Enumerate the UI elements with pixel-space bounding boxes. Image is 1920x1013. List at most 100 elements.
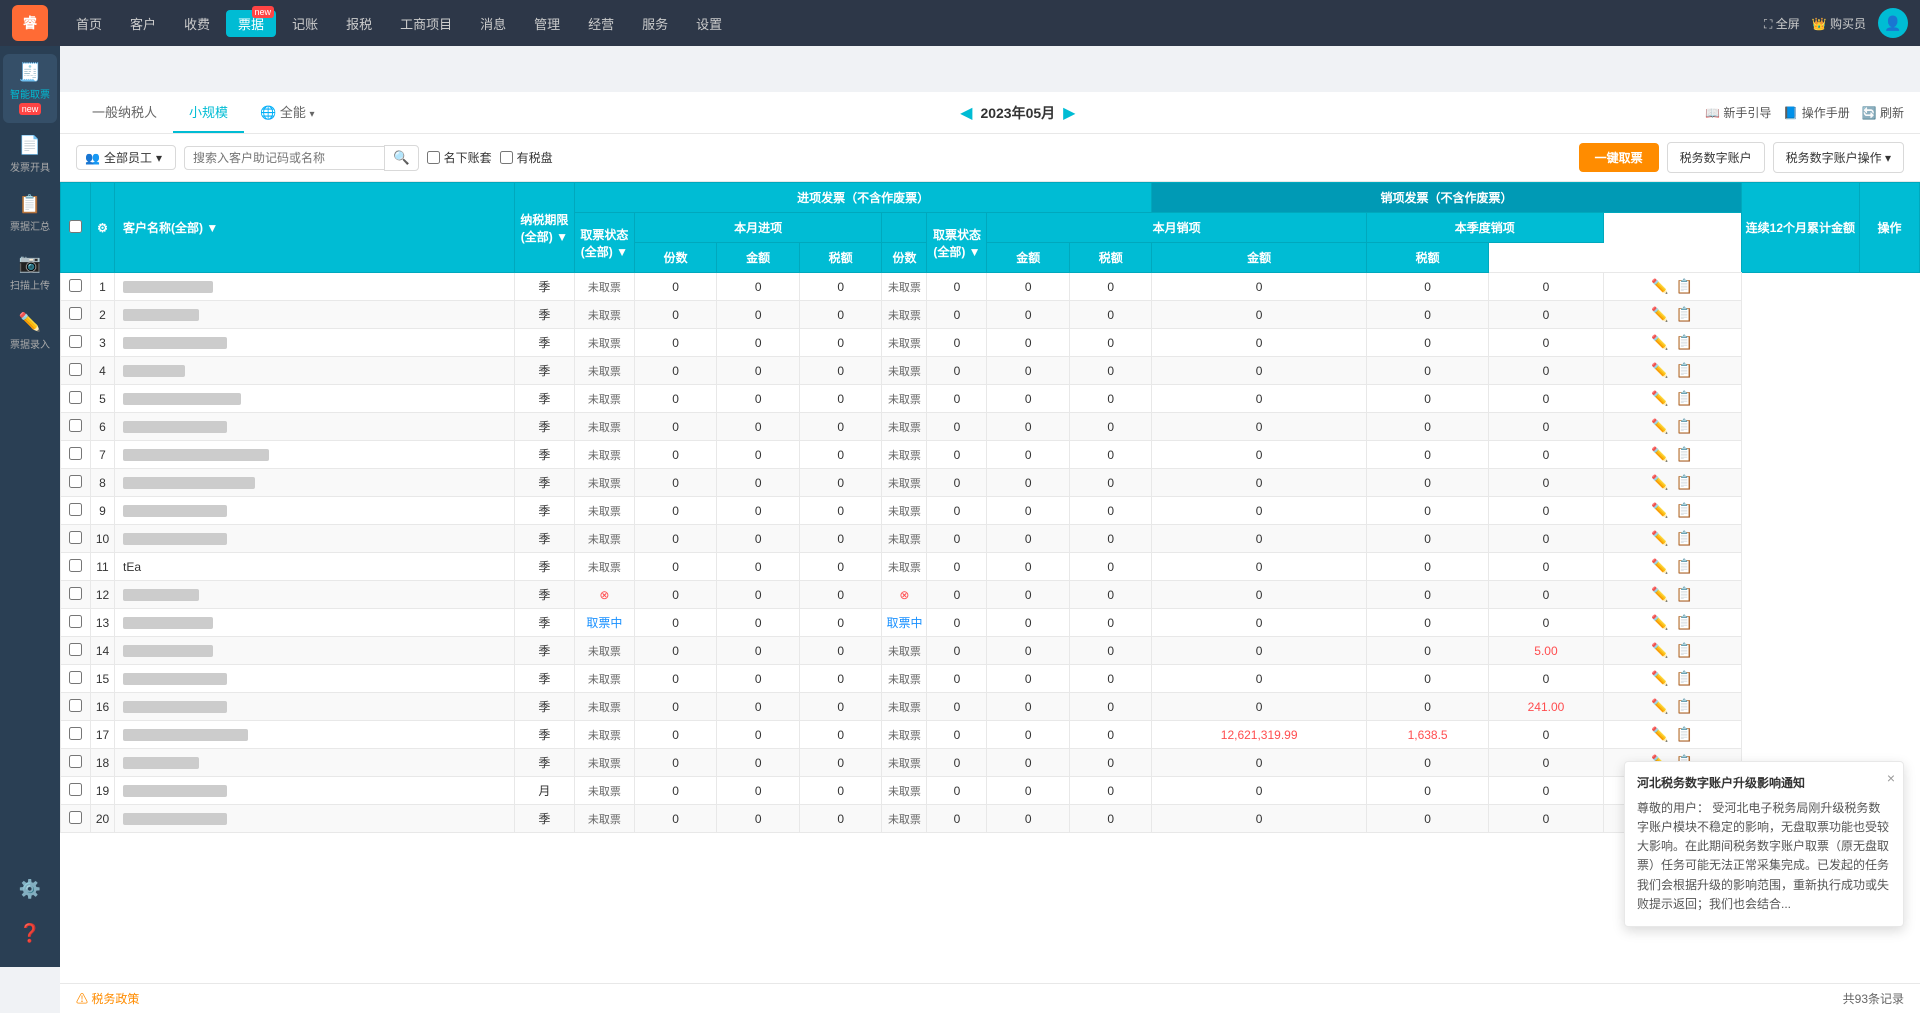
copy-btn[interactable]: 📋 <box>1676 698 1693 715</box>
nav-client[interactable]: 客户 <box>118 10 168 37</box>
row-checkbox[interactable] <box>69 335 82 348</box>
refresh-link[interactable]: 🔄 刷新 <box>1862 104 1904 121</box>
nav-operation[interactable]: 经营 <box>576 10 626 37</box>
next-month-btn[interactable]: ▶ <box>1063 103 1075 123</box>
new-guide-link[interactable]: 📖 新手引导 <box>1705 104 1771 121</box>
row-checkbox[interactable] <box>69 811 82 824</box>
edit-btn[interactable]: ✏️ <box>1651 446 1668 463</box>
copy-btn[interactable]: 📋 <box>1676 474 1693 491</box>
edit-btn[interactable]: ✏️ <box>1651 418 1668 435</box>
row-checkbox[interactable] <box>69 419 82 432</box>
row-checkbox[interactable] <box>69 643 82 656</box>
nav-message[interactable]: 消息 <box>468 10 518 37</box>
sidebar-item-scan[interactable]: 📷 扫描上传 <box>3 245 57 300</box>
row-checkbox[interactable] <box>69 755 82 768</box>
copy-btn[interactable]: 📋 <box>1676 726 1693 743</box>
sidebar-item-settings[interactable]: ⚙️ <box>3 871 57 911</box>
sidebar-item-entry[interactable]: ✏️ 票据录入 <box>3 304 57 359</box>
nav-tax[interactable]: 报税 <box>334 10 384 37</box>
tax-policy-link[interactable]: ⚠ 税务政策 <box>76 990 139 1007</box>
search-input[interactable] <box>184 146 384 170</box>
row-checkbox[interactable] <box>69 699 82 712</box>
sub-account-checkbox-label[interactable]: 名下账套 <box>427 149 492 166</box>
edit-btn[interactable]: ✏️ <box>1651 474 1668 491</box>
row-checkbox[interactable] <box>69 279 82 292</box>
search-button[interactable]: 🔍 <box>384 145 419 171</box>
edit-btn[interactable]: ✏️ <box>1651 670 1668 687</box>
row-checkbox[interactable] <box>69 475 82 488</box>
tab-all-capable[interactable]: 🌐 全能 ▾ <box>244 92 330 133</box>
nav-home[interactable]: 首页 <box>64 10 114 37</box>
tax-digital-account-op-btn[interactable]: 税务数字账户操作 ▾ <box>1773 142 1904 173</box>
manual-link[interactable]: 📘 操作手册 <box>1783 104 1849 121</box>
copy-btn[interactable]: 📋 <box>1676 278 1693 295</box>
copy-btn[interactable]: 📋 <box>1676 670 1693 687</box>
nav-billing[interactable]: 收费 <box>172 10 222 37</box>
copy-btn[interactable]: 📋 <box>1676 586 1693 603</box>
copy-btn[interactable]: 📋 <box>1676 334 1693 351</box>
tab-small-scale[interactable]: 小规模 <box>173 92 244 133</box>
th-tax-period[interactable]: 纳税期限(全部) ▼ <box>514 183 574 273</box>
edit-btn[interactable]: ✏️ <box>1651 530 1668 547</box>
user-avatar[interactable]: 👤 <box>1878 8 1908 38</box>
sidebar-item-smart-ticket[interactable]: 🧾 智能取票 new <box>3 54 57 123</box>
prev-month-btn[interactable]: ◀ <box>960 103 972 123</box>
sidebar-item-summary[interactable]: 📋 票据汇总 <box>3 186 57 241</box>
row-checkbox[interactable] <box>69 727 82 740</box>
row-checkbox[interactable] <box>69 363 82 376</box>
row-checkbox[interactable] <box>69 391 82 404</box>
has-tax-checkbox[interactable] <box>500 151 513 164</box>
nav-accounting[interactable]: 记账 <box>280 10 330 37</box>
edit-btn[interactable]: ✏️ <box>1651 278 1668 295</box>
row-checkbox[interactable] <box>69 587 82 600</box>
employee-filter[interactable]: 👥 全部员工 ▾ <box>76 145 176 170</box>
copy-btn[interactable]: 📋 <box>1676 614 1693 631</box>
row-checkbox[interactable] <box>69 447 82 460</box>
copy-btn[interactable]: 📋 <box>1676 502 1693 519</box>
copy-btn[interactable]: 📋 <box>1676 530 1693 547</box>
copy-btn[interactable]: 📋 <box>1676 306 1693 323</box>
nav-manage[interactable]: 管理 <box>522 10 572 37</box>
edit-btn[interactable]: ✏️ <box>1651 726 1668 743</box>
tax-digital-account-btn[interactable]: 税务数字账户 <box>1667 142 1765 173</box>
nav-settings[interactable]: 设置 <box>684 10 734 37</box>
copy-btn[interactable]: 📋 <box>1676 390 1693 407</box>
edit-btn[interactable]: ✏️ <box>1651 390 1668 407</box>
edit-btn[interactable]: ✏️ <box>1651 502 1668 519</box>
copy-btn[interactable]: 📋 <box>1676 446 1693 463</box>
edit-btn[interactable]: ✏️ <box>1651 698 1668 715</box>
edit-btn[interactable]: ✏️ <box>1651 614 1668 631</box>
edit-btn[interactable]: ✏️ <box>1651 586 1668 603</box>
row-checkbox[interactable] <box>69 783 82 796</box>
notification-close-btn[interactable]: × <box>1887 770 1895 786</box>
edit-btn[interactable]: ✏️ <box>1651 306 1668 323</box>
copy-btn[interactable]: 📋 <box>1676 558 1693 575</box>
row-checkbox[interactable] <box>69 615 82 628</box>
row-checkbox[interactable] <box>69 559 82 572</box>
one-key-ticket-btn[interactable]: 一键取票 <box>1579 143 1659 172</box>
th-out-status[interactable]: 取票状态(全部) ▼ <box>927 213 987 273</box>
nav-service[interactable]: 服务 <box>630 10 680 37</box>
row-checkbox[interactable] <box>69 503 82 516</box>
fullscreen-btn[interactable]: ⛶ 全屏 <box>1764 15 1800 32</box>
copy-btn[interactable]: 📋 <box>1676 642 1693 659</box>
edit-btn[interactable]: ✏️ <box>1651 642 1668 659</box>
th-in-status[interactable]: 取票状态(全部) ▼ <box>574 213 634 273</box>
vip-btn[interactable]: 👑 购买员 <box>1812 15 1866 32</box>
edit-btn[interactable]: ✏️ <box>1651 558 1668 575</box>
nav-ticket[interactable]: 票据 new <box>226 10 276 37</box>
sub-account-checkbox[interactable] <box>427 151 440 164</box>
th-client-name[interactable]: 客户名称(全部) ▼ <box>115 183 515 273</box>
select-all-checkbox[interactable] <box>69 220 82 233</box>
row-checkbox[interactable] <box>69 671 82 684</box>
row-checkbox[interactable] <box>69 307 82 320</box>
nav-business[interactable]: 工商项目 <box>388 10 464 37</box>
edit-btn[interactable]: ✏️ <box>1651 362 1668 379</box>
copy-btn[interactable]: 📋 <box>1676 362 1693 379</box>
tab-general-taxpayer[interactable]: 一般纳税人 <box>76 92 173 133</box>
has-tax-checkbox-label[interactable]: 有税盘 <box>500 149 553 166</box>
sidebar-item-help[interactable]: ❓ <box>3 915 57 955</box>
row-checkbox[interactable] <box>69 531 82 544</box>
sidebar-item-issue-ticket[interactable]: 📄 发票开具 <box>3 127 57 182</box>
copy-btn[interactable]: 📋 <box>1676 418 1693 435</box>
